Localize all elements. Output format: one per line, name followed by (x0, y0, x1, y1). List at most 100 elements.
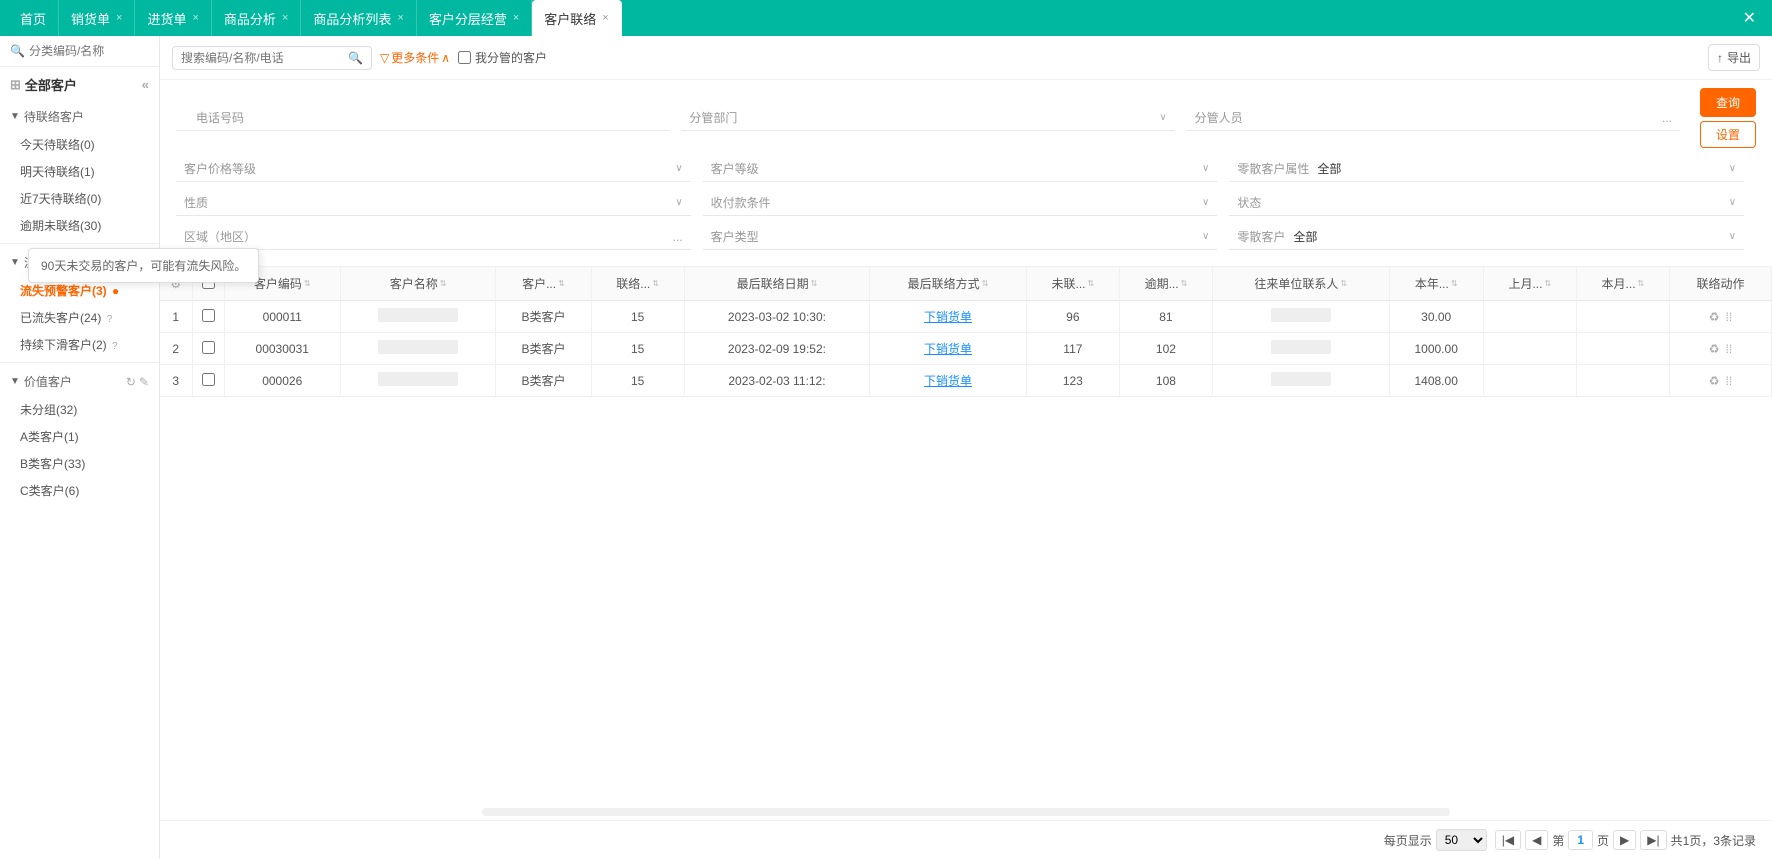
col-last-method[interactable]: 最后联络方式 ⇅ (870, 267, 1027, 301)
cell-last-month (1483, 333, 1576, 365)
row-checkbox-0[interactable] (202, 309, 215, 322)
col-overdue[interactable]: 逾期... ⇅ (1119, 267, 1212, 301)
sidebar-item-tomorrow-pending[interactable]: 明天待联络(1) (0, 158, 159, 185)
action-refresh-icon[interactable]: ♻ (1709, 342, 1720, 356)
row-checkbox-1[interactable] (202, 341, 215, 354)
tab-close-customer-link[interactable]: × (602, 12, 608, 24)
value-refresh-icon[interactable]: ↻ (126, 375, 136, 389)
field-phone-input[interactable] (252, 111, 661, 125)
tab-analysis-list[interactable]: 商品分析列表 × (301, 0, 416, 36)
sidebar-item-class-c[interactable]: C类客户(6) (0, 477, 159, 504)
cell-actions[interactable]: ♻ ⁞⁞ (1669, 301, 1771, 333)
tab-sales[interactable]: 销货单 × (59, 0, 135, 36)
page-size-container: 每页显示 50 100 200 (1384, 829, 1487, 851)
field-manager-dots[interactable]: ... (1662, 111, 1672, 125)
sidebar-section-pending[interactable]: ▼ 待联络客户 (0, 102, 159, 131)
window-close-button[interactable]: ✕ (1735, 8, 1764, 28)
sidebar-search-input[interactable] (29, 44, 149, 58)
sidebar-section-value[interactable]: ▼ 价值客户 ↻ ✎ (0, 367, 159, 396)
col-uncontacted[interactable]: 未联... ⇅ (1026, 267, 1119, 301)
col-this-month[interactable]: 本月... ⇅ (1576, 267, 1669, 301)
field-region-dots[interactable]: ... (673, 230, 683, 244)
settings-button[interactable]: 设置 (1700, 121, 1756, 148)
tab-analysis[interactable]: 商品分析 × (212, 0, 301, 36)
value-arrow-icon: ▼ (10, 376, 20, 387)
last-method-link[interactable]: 下销货单 (924, 374, 972, 388)
page-unit: 页 (1597, 832, 1609, 849)
tab-close-sales[interactable]: × (116, 12, 122, 24)
field-customer-type[interactable]: 客户类型 ∨ (703, 224, 1218, 250)
query-button[interactable]: 查询 (1700, 88, 1756, 117)
filter-search-icon[interactable]: 🔍 (348, 51, 363, 65)
sidebar-item-overdue[interactable]: 逾期未联络(30) (0, 212, 159, 239)
field-payment[interactable]: 收付款条件 ∨ (703, 190, 1218, 216)
filter-my-customers[interactable]: 我分管的客户 (458, 49, 547, 66)
col-last-month[interactable]: 上月... ⇅ (1483, 267, 1576, 301)
col-type[interactable]: 客户... ⇅ (496, 267, 591, 301)
first-page-button[interactable]: |◀ (1495, 830, 1521, 850)
sidebar-item-class-a[interactable]: A类客户(1) (0, 423, 159, 450)
col-last-date[interactable]: 最后联络日期 ⇅ (684, 267, 870, 301)
col-name[interactable]: 客户名称 ⇅ (340, 267, 495, 301)
export-button[interactable]: ↑ 导出 (1708, 44, 1760, 71)
cell-last-method[interactable]: 下销货单 (870, 301, 1027, 333)
field-price-tier[interactable]: 客户价格等级 ∨ (176, 156, 691, 182)
action-more-icon[interactable]: ⁞⁞ (1726, 374, 1733, 388)
value-edit-icon[interactable]: ✎ (139, 375, 149, 389)
field-status[interactable]: 状态 ∨ (1229, 190, 1744, 216)
filter-search-input[interactable] (181, 51, 348, 65)
tab-close-customer-tier[interactable]: × (513, 12, 519, 24)
cell-checkbox[interactable] (192, 333, 224, 365)
field-customer-tier[interactable]: 客户等级 ∨ (703, 156, 1218, 182)
cell-actions[interactable]: ♻ ⁞⁞ (1669, 365, 1771, 397)
cell-last-method[interactable]: 下销货单 (870, 333, 1027, 365)
sidebar-item-today-pending[interactable]: 今天待联络(0) (0, 131, 159, 158)
sidebar-item-ungrouped[interactable]: 未分组(32) (0, 396, 159, 423)
filter-more-conditions[interactable]: ▽ 更多条件 ∧ (380, 49, 450, 66)
tab-home[interactable]: 首页 (8, 0, 59, 36)
last-method-link[interactable]: 下销货单 (924, 310, 972, 324)
tab-close-analysis[interactable]: × (282, 12, 288, 24)
cell-checkbox[interactable] (192, 301, 224, 333)
action-refresh-icon[interactable]: ♻ (1709, 310, 1720, 324)
field-retail-attr[interactable]: 零散客户属性 全部 ∨ (1229, 156, 1744, 182)
sidebar-item-class-b[interactable]: B类客户(33) (0, 450, 159, 477)
my-customers-checkbox[interactable] (458, 51, 471, 64)
page-size-select[interactable]: 50 100 200 (1436, 829, 1487, 851)
col-contact[interactable]: 联络... ⇅ (591, 267, 684, 301)
cell-code: 00030031 (224, 333, 340, 365)
field-retail-customer[interactable]: 零散客户 全部 ∨ (1229, 224, 1744, 250)
field-region[interactable]: 区域（地区） ... (176, 224, 691, 250)
last-method-link[interactable]: 下销货单 (924, 342, 972, 356)
tab-customer-link[interactable]: 客户联络 × (532, 0, 621, 36)
field-dept[interactable]: 分管部门 ∨ (681, 105, 1174, 131)
tab-close-purchase[interactable]: × (192, 12, 198, 24)
cell-checkbox[interactable] (192, 365, 224, 397)
col-this-year[interactable]: 本年... ⇅ (1389, 267, 1483, 301)
sidebar-all-customers[interactable]: ⊞ 全部客户 « (0, 67, 159, 102)
last-page-button[interactable]: ▶| (1640, 830, 1666, 850)
next-page-button[interactable]: ▶ (1613, 830, 1636, 850)
cell-last-method[interactable]: 下销货单 (870, 365, 1027, 397)
action-more-icon[interactable]: ⁞⁞ (1726, 342, 1733, 356)
sidebar-item-declining[interactable]: 持续下滑客户(2) ? (0, 331, 159, 358)
col-uncontacted-sort-icon: ⇅ (1088, 279, 1095, 288)
sidebar-collapse-icon[interactable]: « (142, 77, 149, 92)
action-refresh-icon[interactable]: ♻ (1709, 374, 1720, 388)
cell-type: B类客户 (496, 365, 591, 397)
col-company-contact[interactable]: 往来单位联系人 ⇅ (1212, 267, 1389, 301)
action-more-icon[interactable]: ⁞⁞ (1726, 310, 1733, 324)
cell-actions[interactable]: ♻ ⁞⁞ (1669, 333, 1771, 365)
sidebar-item-7day-pending[interactable]: 近7天待联络(0) (0, 185, 159, 212)
col-company-contact-sort-icon: ⇅ (1340, 279, 1347, 288)
filter-expand-icon: ∧ (441, 51, 450, 65)
row-checkbox-2[interactable] (202, 373, 215, 386)
tab-close-analysis-list[interactable]: × (397, 12, 403, 24)
horizontal-scrollbar[interactable] (482, 808, 1449, 816)
tab-purchase[interactable]: 进货单 × (135, 0, 211, 36)
field-manager[interactable]: 分管人员 ... (1187, 105, 1680, 131)
tab-customer-tier[interactable]: 客户分层经营 × (417, 0, 532, 36)
prev-page-button[interactable]: ◀ (1525, 830, 1548, 850)
field-nature[interactable]: 性质 ∨ (176, 190, 691, 216)
sidebar-item-already-lost[interactable]: 已流失客户(24) ? (0, 304, 159, 331)
